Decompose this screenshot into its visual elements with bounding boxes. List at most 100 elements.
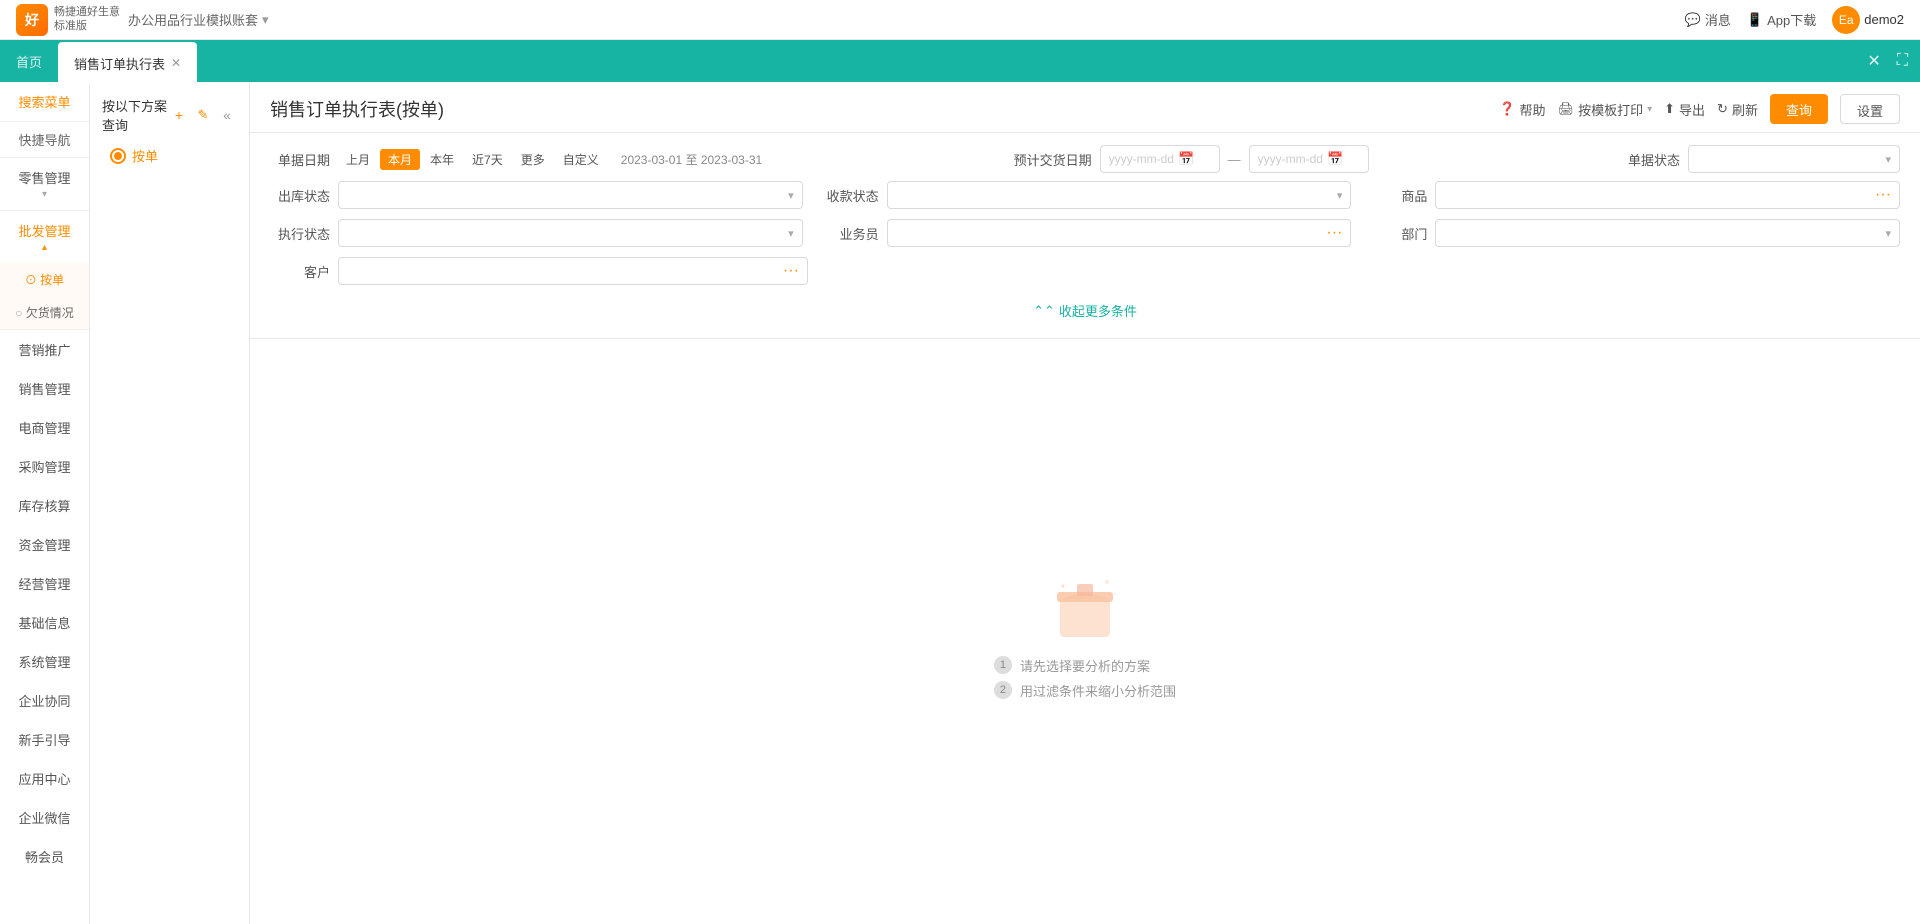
window-maximize-icon[interactable]: ⛶: [1893, 48, 1912, 74]
help-button[interactable]: ❓ 帮助: [1499, 100, 1545, 119]
filter-row-status: 出库状态 ▾ 收款状态 ▾ 商品: [270, 181, 1900, 209]
filter-item-goods: 商品 ···: [1367, 181, 1900, 209]
sidebar-item-inventory[interactable]: 库存核算: [0, 486, 89, 525]
collapse-scheme-icon[interactable]: «: [217, 105, 237, 125]
sidebar-item-marketing[interactable]: 营销推广: [0, 330, 89, 369]
goods-label: 商品: [1367, 186, 1427, 205]
status-label: 单据状态: [1620, 150, 1680, 169]
sidebar-item-ecommerce[interactable]: 电商管理: [0, 408, 89, 447]
refresh-button[interactable]: ↻ 刷新: [1717, 100, 1758, 119]
exec-status-label: 执行状态: [270, 224, 330, 243]
chevron-down-icon: ▾: [42, 189, 47, 200]
date-range-text: 2023-03-01 至 2023-03-31: [621, 151, 762, 168]
collapse-filter-button[interactable]: ⌃⌃ 收起更多条件: [270, 295, 1900, 326]
date-tab-this-year[interactable]: 本年: [422, 149, 462, 170]
date-tab-this-month[interactable]: 本月: [380, 149, 420, 170]
user-profile[interactable]: Ea demo2: [1832, 6, 1904, 34]
message-action[interactable]: 💬 消息: [1685, 10, 1731, 29]
sidebar-sub-item-press-order[interactable]: ⊙ 按单: [0, 263, 89, 296]
status-select[interactable]: ▾: [1688, 145, 1900, 173]
sidebar-item-wholesale[interactable]: 批发管理 ▴: [0, 211, 89, 263]
window-close-icon[interactable]: ✕: [1863, 47, 1884, 75]
filter-item-planned-date: 预计交货日期 yyyy-mm-dd 📅 — yyyy-mm-dd 📅: [1014, 145, 1369, 173]
calendar-end-icon: 📅: [1327, 151, 1343, 167]
add-scheme-icon[interactable]: +: [169, 105, 189, 125]
date-tab-custom[interactable]: 自定义: [555, 149, 607, 170]
salesman-more-icon[interactable]: ···: [1326, 224, 1342, 242]
breadcrumb: 办公用品行业模拟账套 ▾: [128, 10, 269, 29]
sidebar-item-purchase[interactable]: 采购管理: [0, 447, 89, 486]
customer-select[interactable]: ···: [338, 257, 808, 285]
breadcrumb-arrow-icon[interactable]: ▾: [262, 12, 269, 28]
tab-close-icon[interactable]: ✕: [171, 56, 181, 70]
empty-illustration: [1045, 564, 1125, 644]
collapse-filter-icon: ⌃⌃: [1033, 303, 1055, 319]
hint-1-num: 1: [994, 656, 1012, 674]
export-icon: ⬆: [1664, 101, 1675, 117]
logo-text: 畅捷通好生意 标准版: [54, 6, 120, 32]
app-download-action[interactable]: 📱 App下载: [1747, 10, 1816, 29]
top-bar-right: 💬 消息 📱 App下载 Ea demo2: [1685, 6, 1904, 34]
customer-more-icon[interactable]: ···: [783, 262, 799, 280]
sidebar-item-guide[interactable]: 新手引导: [0, 720, 89, 759]
sidebar-item-finance[interactable]: 资金管理: [0, 525, 89, 564]
sidebar-item-system[interactable]: 系统管理: [0, 642, 89, 681]
sidebar-item-retail[interactable]: 零售管理 ▾: [0, 158, 89, 210]
exec-status-select[interactable]: ▾: [338, 219, 803, 247]
filter-item-dept: 部门 ▾: [1367, 219, 1900, 247]
print-button[interactable]: 🖨 按模板打印 ▾: [1558, 100, 1653, 119]
data-area: 1 请先选择要分析的方案 2 用过滤条件来缩小分析范围: [250, 339, 1920, 924]
goods-more-icon[interactable]: ···: [1875, 186, 1891, 204]
collection-status-label: 收款状态: [819, 186, 879, 205]
sidebar-section-wholesale: 批发管理 ▴ ⊙ 按单 ○ 欠货情况: [0, 211, 89, 330]
sidebar-item-basic[interactable]: 基础信息: [0, 603, 89, 642]
scheme-panel-header: 按以下方案查询 + ✎ «: [90, 90, 249, 140]
page-header: 销售订单执行表(按单) ❓ 帮助 🖨 按模板打印 ▾ ⬆: [250, 82, 1920, 133]
planned-date-end[interactable]: yyyy-mm-dd 📅: [1249, 145, 1369, 173]
filter-item-date: 单据日期 上月 本月 本年 近7天 更多 自定义 2023-03-01 至 20…: [270, 149, 762, 170]
query-button[interactable]: 查询: [1770, 94, 1828, 124]
dept-select[interactable]: ▾: [1435, 219, 1900, 247]
edit-scheme-icon[interactable]: ✎: [193, 105, 213, 125]
tab-bar: 首页 销售订单执行表 ✕ ✕ ⛶: [0, 40, 1920, 82]
sidebar-item-member[interactable]: 畅会员: [0, 837, 89, 876]
planned-date-start[interactable]: yyyy-mm-dd 📅: [1100, 145, 1220, 173]
download-icon: 📱: [1747, 12, 1763, 28]
date-tab-more[interactable]: 更多: [513, 149, 553, 170]
date-tab-last-month[interactable]: 上月: [338, 149, 378, 170]
settings-button[interactable]: 设置: [1840, 94, 1900, 124]
sidebar-nav[interactable]: 快捷导航: [0, 122, 89, 158]
salesman-select[interactable]: ···: [887, 219, 1352, 247]
sidebar: 搜索菜单 快捷导航 零售管理 ▾ 批发管理 ▴ ⊙ 按单 ○ 欠货情况: [0, 82, 90, 924]
sidebar-item-enterprise[interactable]: 企业协同: [0, 681, 89, 720]
collection-status-select[interactable]: ▾: [887, 181, 1352, 209]
sidebar-item-wechat[interactable]: 企业微信: [0, 798, 89, 837]
export-button[interactable]: ⬆ 导出: [1664, 100, 1705, 119]
customer-label: 客户: [270, 262, 330, 281]
scheme-panel-actions: + ✎ «: [169, 105, 237, 125]
tab-home[interactable]: 首页: [0, 40, 58, 82]
scheme-panel: 按以下方案查询 + ✎ « 按单: [90, 82, 250, 924]
sidebar-section-retail: 零售管理 ▾: [0, 158, 89, 211]
status-dropdown-icon: ▾: [1885, 153, 1891, 166]
sidebar-item-sales[interactable]: 销售管理: [0, 369, 89, 408]
empty-hints: 1 请先选择要分析的方案 2 用过滤条件来缩小分析范围: [994, 656, 1176, 700]
out-status-select[interactable]: ▾: [338, 181, 803, 209]
out-status-dropdown-icon: ▾: [788, 189, 794, 202]
filter-item-customer: 客户 ···: [270, 257, 808, 285]
sidebar-sub-wholesale: ⊙ 按单 ○ 欠货情况: [0, 263, 89, 329]
sidebar-item-apps[interactable]: 应用中心: [0, 759, 89, 798]
scheme-item-press-order[interactable]: 按单: [90, 140, 249, 171]
top-bar: 好 畅捷通好生意 标准版 办公用品行业模拟账套 ▾ 💬 消息 📱 App下载 E…: [0, 0, 1920, 40]
sidebar-sub-item-owe-goods[interactable]: ○ 欠货情况: [0, 296, 89, 329]
chevron-up-icon: ▴: [42, 242, 47, 253]
tab-sales-order[interactable]: 销售订单执行表 ✕: [58, 42, 197, 84]
filter-item-salesman: 业务员 ···: [819, 219, 1352, 247]
goods-select[interactable]: ···: [1435, 181, 1900, 209]
date-label: 单据日期: [270, 150, 330, 169]
date-tab-7days[interactable]: 近7天: [464, 149, 511, 170]
page-header-top: 销售订单执行表(按单) ❓ 帮助 🖨 按模板打印 ▾ ⬆: [270, 94, 1900, 124]
exec-status-dropdown-icon: ▾: [788, 227, 794, 240]
sidebar-item-operations[interactable]: 经营管理: [0, 564, 89, 603]
sidebar-search[interactable]: 搜索菜单: [0, 82, 89, 122]
